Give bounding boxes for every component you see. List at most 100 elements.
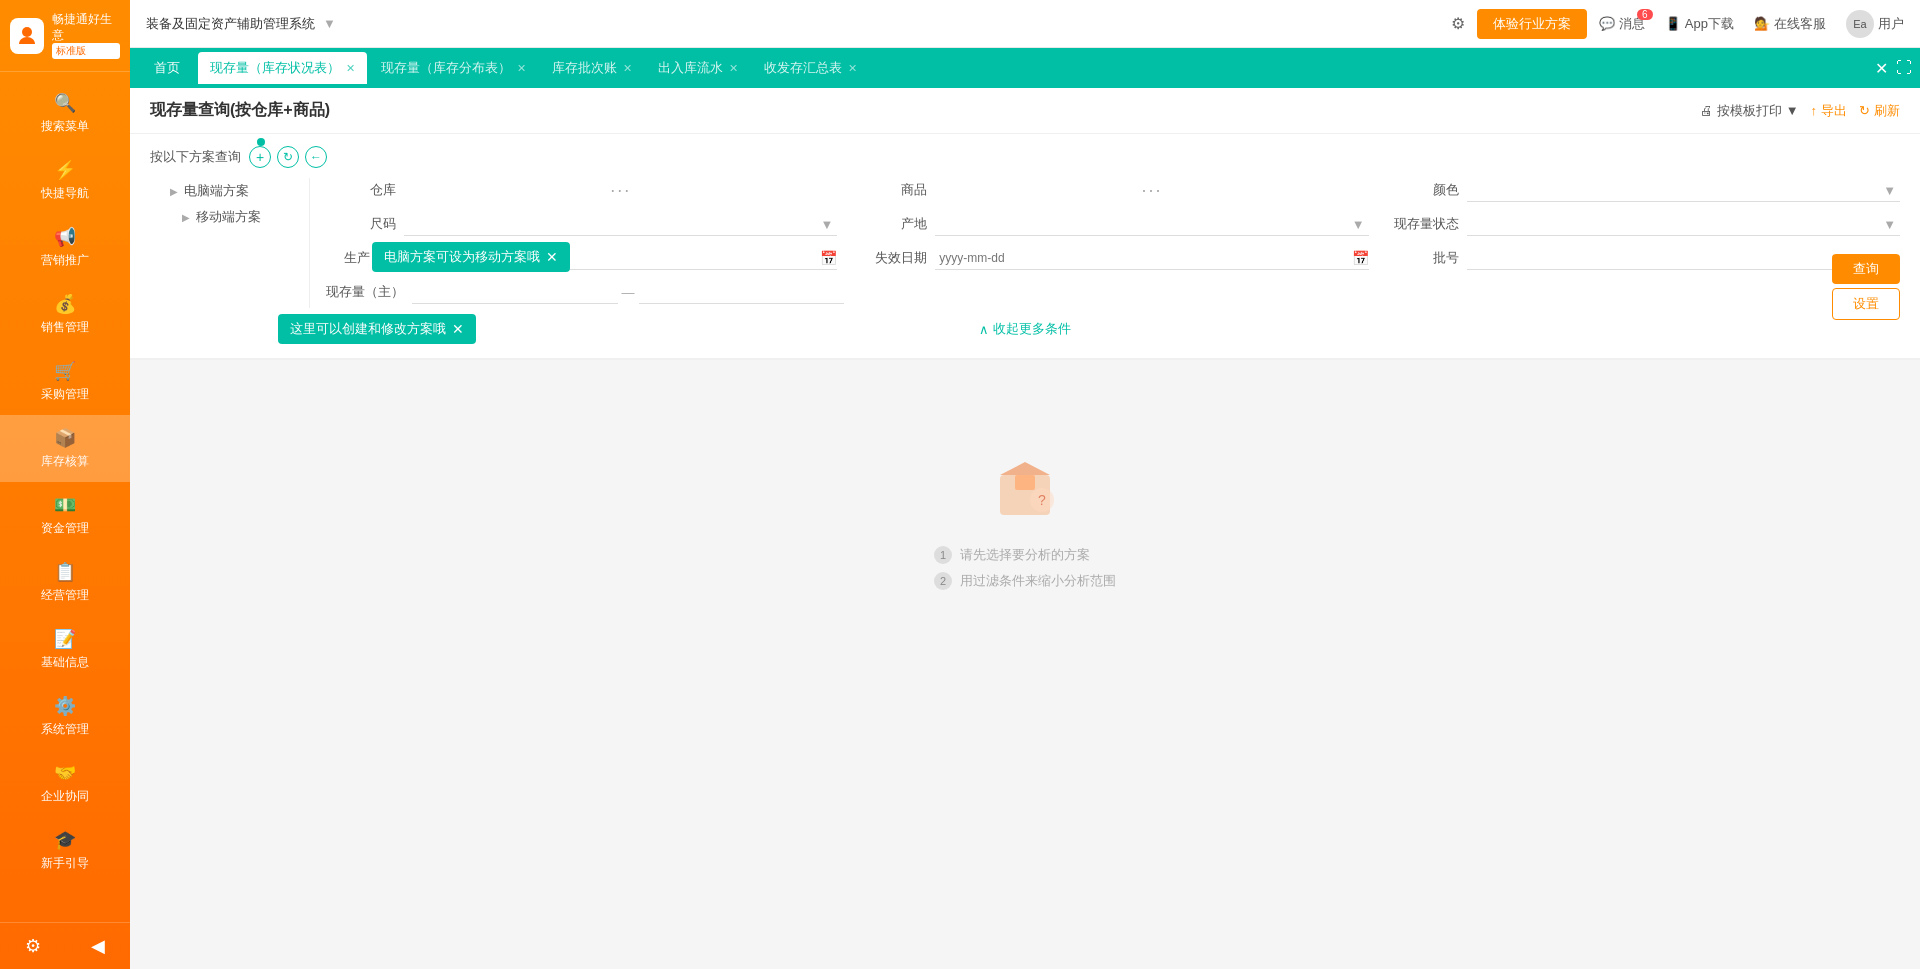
- query-btn[interactable]: 查询: [1832, 254, 1900, 284]
- sidebar-item-label: 采购管理: [41, 386, 89, 403]
- topbar: 装备及固定资产辅助管理系统 ▼ ⚙ 体验行业方案 💬 消息 6 📱 App下载 …: [130, 0, 1920, 48]
- app-download-btn[interactable]: 📱 App下载: [1665, 15, 1734, 33]
- tab-close-icon[interactable]: ✕: [623, 62, 632, 75]
- sidebar-item-enterprise[interactable]: 🤝 企业协同: [0, 750, 130, 817]
- sidebar-item-operations[interactable]: 📋 经营管理: [0, 549, 130, 616]
- message-badge: 6: [1637, 9, 1653, 20]
- trial-btn[interactable]: 体验行业方案: [1477, 9, 1587, 39]
- app-icon: 📱: [1665, 16, 1681, 31]
- filter-btn-group: + ↻ ←: [249, 146, 327, 168]
- print-label: 按模板打印: [1717, 102, 1782, 120]
- topbar-gear-icon[interactable]: ⚙: [1451, 14, 1465, 33]
- goods-label: 商品: [857, 181, 927, 199]
- quicknav-icon: ⚡: [54, 159, 76, 181]
- add-scheme-tooltip-text: 电脑方案可设为移动方案哦: [384, 248, 540, 266]
- page-title: 现存量查询(按仓库+商品): [150, 100, 330, 121]
- svg-point-0: [22, 27, 32, 37]
- app-badge: 标准版: [52, 43, 120, 59]
- export-btn[interactable]: ↑ 导出: [1811, 102, 1848, 120]
- sidebar-item-search[interactable]: 🔍 搜索菜单: [0, 80, 130, 147]
- color-select[interactable]: [1467, 178, 1900, 202]
- tab-home[interactable]: 首页: [138, 59, 196, 77]
- goods-dots[interactable]: ···: [935, 180, 1368, 201]
- message-btn[interactable]: 💬 消息 6: [1599, 15, 1645, 33]
- color-select-wrap: ▼: [1467, 178, 1900, 202]
- sidebar: 畅捷通好生意 标准版 🔍 搜索菜单 ⚡ 快捷导航 📢 营销推广 💰 销售管理 🛒…: [0, 0, 130, 969]
- scheme-mobile[interactable]: ▶ 移动端方案: [150, 204, 301, 230]
- edit-scheme-tooltip-text: 这里可以创建和修改方案哦: [290, 320, 446, 338]
- svg-text:?: ?: [1038, 492, 1046, 508]
- page-header: 现存量查询(按仓库+商品) 🖨 按模板打印 ▼ ↑ 导出 ↻ 刷新: [130, 88, 1920, 134]
- inventory-status-select[interactable]: [1467, 212, 1900, 236]
- filter-warehouse: 仓库 ···: [326, 178, 837, 202]
- sidebar-logo: 畅捷通好生意 标准版: [0, 0, 130, 72]
- system-icon: ⚙️: [54, 695, 76, 717]
- step1-num: 1: [934, 546, 952, 564]
- sidebar-item-system[interactable]: ⚙️ 系统管理: [0, 683, 130, 750]
- logo-icon: [10, 18, 44, 54]
- tooltip2-close-icon[interactable]: ✕: [452, 321, 464, 337]
- sidebar-item-quicknav[interactable]: ⚡ 快捷导航: [0, 147, 130, 214]
- user-btn[interactable]: Ea 用户: [1846, 10, 1904, 38]
- inventory-max-input[interactable]: [639, 280, 845, 304]
- scheme-mobile-label: 移动端方案: [196, 208, 261, 226]
- print-btn[interactable]: 🖨 按模板打印 ▼: [1700, 102, 1799, 120]
- sidebar-collapse-btn[interactable]: ◀: [91, 935, 105, 957]
- sidebar-item-sales[interactable]: 💰 销售管理: [0, 281, 130, 348]
- tooltip1-close-icon[interactable]: ✕: [546, 249, 558, 265]
- sidebar-item-basic[interactable]: 📝 基础信息: [0, 616, 130, 683]
- refresh-icon: ↻: [1859, 103, 1870, 118]
- operations-icon: 📋: [54, 561, 76, 583]
- purchase-icon: 🛒: [54, 360, 76, 382]
- refresh-btn[interactable]: ↻ 刷新: [1859, 102, 1900, 120]
- service-btn[interactable]: 💁 在线客服: [1754, 15, 1826, 33]
- tab-fullscreen-icon[interactable]: ⛶: [1896, 59, 1912, 77]
- origin-select-wrap: ▼: [935, 212, 1368, 236]
- tab-label: 出入库流水: [658, 59, 723, 77]
- tab-close-all-icon[interactable]: ✕: [1875, 59, 1888, 78]
- tab-batch-ledger[interactable]: 库存批次账 ✕: [540, 52, 644, 84]
- empty-step-1: 1 请先选择要分析的方案: [934, 546, 1116, 564]
- filter-arrow-btn[interactable]: ←: [305, 146, 327, 168]
- tab-inventory-dist[interactable]: 现存量（库存分布表） ✕: [369, 52, 538, 84]
- sidebar-item-purchase[interactable]: 🛒 采购管理: [0, 348, 130, 415]
- filter-row-2: 尺码 ▼ 产地 ▼: [326, 212, 1900, 236]
- system-name: 装备及固定资产辅助管理系统: [146, 15, 315, 33]
- inventory-min-input[interactable]: [412, 280, 618, 304]
- tab-close-icon[interactable]: ✕: [517, 62, 526, 75]
- scheme-desktop[interactable]: ▶ 电脑端方案: [150, 178, 301, 204]
- sidebar-item-inventory[interactable]: 📦 库存核算: [0, 415, 130, 482]
- sidebar-settings-btn[interactable]: ⚙: [25, 935, 41, 957]
- topbar-right: 💬 消息 6 📱 App下载 💁 在线客服 Ea 用户: [1599, 10, 1904, 38]
- sidebar-item-label: 资金管理: [41, 520, 89, 537]
- tab-in-out-flow[interactable]: 出入库流水 ✕: [646, 52, 750, 84]
- sidebar-item-guide[interactable]: 🎓 新手引导: [0, 817, 130, 884]
- size-select[interactable]: [404, 212, 837, 236]
- production-date-cal-icon[interactable]: 📅: [820, 250, 837, 266]
- sidebar-item-finance[interactable]: 💵 资金管理: [0, 482, 130, 549]
- expiry-date-cal-icon[interactable]: 📅: [1352, 250, 1369, 266]
- reset-btn[interactable]: 设置: [1832, 288, 1900, 320]
- origin-select[interactable]: [935, 212, 1368, 236]
- filter-refresh-btn[interactable]: ↻: [277, 146, 299, 168]
- tabs-bar: 首页 现存量（库存状况表） ✕ 现存量（库存分布表） ✕ 库存批次账 ✕ 出入库…: [130, 48, 1920, 88]
- search-icon: 🔍: [54, 92, 76, 114]
- expiry-date-input[interactable]: [935, 247, 1347, 269]
- step1-text: 请先选择要分析的方案: [960, 546, 1090, 564]
- sales-icon: 💰: [54, 293, 76, 315]
- tab-close-icon[interactable]: ✕: [729, 62, 738, 75]
- sidebar-item-marketing[interactable]: 📢 营销推广: [0, 214, 130, 281]
- filter-area: 按以下方案查询 + ↻ ← ▶ 电脑端方案 ▶: [130, 134, 1920, 359]
- tab-close-icon[interactable]: ✕: [346, 62, 355, 75]
- batch-label: 批号: [1389, 249, 1459, 267]
- filter-add-btn[interactable]: +: [249, 146, 271, 168]
- svg-marker-2: [1000, 462, 1050, 475]
- empty-step-2: 2 用过滤条件来缩小分析范围: [934, 572, 1116, 590]
- app-name: 畅捷通好生意: [52, 12, 120, 43]
- collapse-up-icon: ∧: [979, 322, 989, 337]
- sidebar-item-label: 企业协同: [41, 788, 89, 805]
- warehouse-dots[interactable]: ···: [404, 180, 837, 201]
- tab-inventory-status[interactable]: 现存量（库存状况表） ✕: [198, 52, 367, 84]
- tab-close-icon[interactable]: ✕: [848, 62, 857, 75]
- tab-collect-summary[interactable]: 收发存汇总表 ✕: [752, 52, 869, 84]
